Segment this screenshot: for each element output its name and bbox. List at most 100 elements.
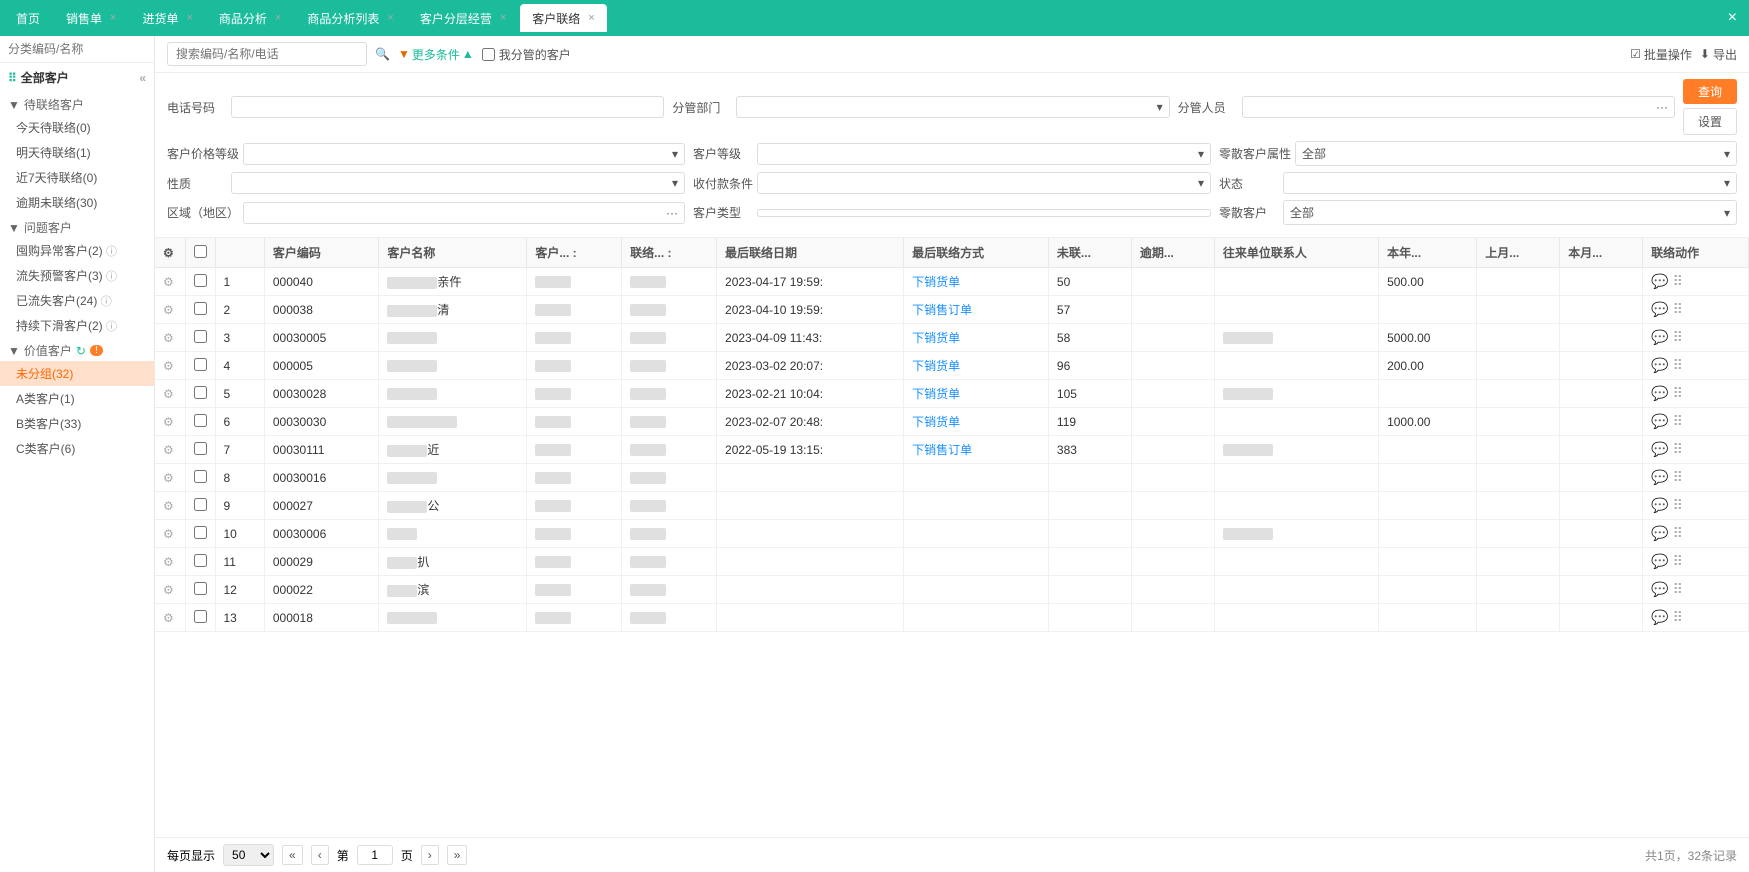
check-cell[interactable] — [185, 576, 215, 604]
grid-icon[interactable]: ⠿ — [1673, 525, 1683, 542]
contact-type-link[interactable]: 下销售订单 — [912, 303, 972, 317]
sidebar-item-churn-warning[interactable]: 流失预警客户(3) ⓘ — [0, 263, 154, 288]
last-type-cell[interactable]: 下销货单 — [904, 408, 1049, 436]
gear-cell[interactable]: ⚙ — [155, 548, 185, 576]
sidebar-item-class-c[interactable]: C类客户(6) — [0, 436, 154, 461]
check-cell[interactable] — [185, 492, 215, 520]
contact-type-link[interactable]: 下销货单 — [912, 275, 960, 289]
refresh-icon[interactable]: ↻ — [76, 344, 86, 358]
gear-cell[interactable]: ⚙ — [155, 520, 185, 548]
sidebar-search-input[interactable] — [8, 42, 155, 56]
search-input[interactable] — [167, 42, 367, 66]
region-select[interactable]: ··· — [243, 202, 685, 224]
retail-customer-select[interactable]: 全部 ▾ — [1283, 200, 1737, 225]
last-type-cell[interactable] — [904, 576, 1049, 604]
gear-cell[interactable]: ⚙ — [155, 604, 185, 632]
message-icon[interactable]: 💬 — [1651, 357, 1668, 374]
row-checkbox[interactable] — [194, 274, 207, 287]
customer-type-select[interactable] — [757, 209, 1211, 217]
message-icon[interactable]: 💬 — [1651, 525, 1668, 542]
collapse-sidebar-icon[interactable]: « — [139, 71, 146, 85]
message-icon[interactable]: 💬 — [1651, 553, 1668, 570]
sidebar-item-ungroups[interactable]: 未分组(32) — [0, 361, 154, 386]
sidebar-item-class-a[interactable]: A类客户(1) — [0, 386, 154, 411]
dept-select[interactable]: ▾ — [736, 96, 1169, 118]
sidebar-item-abnormal[interactable]: 囤购异常客户(2) ⓘ — [0, 238, 154, 263]
global-close-icon[interactable]: × — [1720, 9, 1745, 27]
col-name[interactable]: 客户名称 — [379, 238, 527, 268]
sidebar-item-today[interactable]: 今天待联络(0) — [0, 115, 154, 140]
row-checkbox[interactable] — [194, 302, 207, 315]
sidebar-item-declining[interactable]: 持续下滑客户(2) ⓘ — [0, 313, 154, 338]
last-type-cell[interactable]: 下销货单 — [904, 324, 1049, 352]
tab-customer-contact[interactable]: 客户联络 × — [520, 4, 606, 32]
gear-cell[interactable]: ⚙ — [155, 436, 185, 464]
row-checkbox[interactable] — [194, 610, 207, 623]
gear-cell[interactable]: ⚙ — [155, 576, 185, 604]
grid-icon[interactable]: ⠿ — [1673, 497, 1683, 514]
row-checkbox[interactable] — [194, 526, 207, 539]
sidebar-item-churned[interactable]: 已流失客户(24) ⓘ — [0, 288, 154, 313]
close-customer-contact-icon[interactable]: × — [588, 12, 594, 24]
last-type-cell[interactable] — [904, 464, 1049, 492]
retail-attr-select[interactable]: 全部 ▾ — [1295, 141, 1737, 166]
grid-icon[interactable]: ⠿ — [1673, 441, 1683, 458]
grid-icon[interactable]: ⠿ — [1673, 581, 1683, 598]
close-product-analysis-list-icon[interactable]: × — [387, 12, 393, 24]
select-all-checkbox[interactable] — [194, 245, 207, 258]
value-customers-group[interactable]: ▼ 价值客户 ↻ ! — [0, 338, 154, 361]
last-type-cell[interactable]: 下销售订单 — [904, 296, 1049, 324]
message-icon[interactable]: 💬 — [1651, 441, 1668, 458]
row-checkbox[interactable] — [194, 358, 207, 371]
customer-grade-select[interactable]: ▾ — [757, 143, 1211, 165]
message-icon[interactable]: 💬 — [1651, 497, 1668, 514]
last-type-cell[interactable] — [904, 548, 1049, 576]
message-icon[interactable]: 💬 — [1651, 301, 1668, 318]
sidebar-item-7days[interactable]: 近7天待联络(0) — [0, 165, 154, 190]
check-cell[interactable] — [185, 548, 215, 576]
col-code[interactable]: 客户编码 — [264, 238, 378, 268]
row-checkbox[interactable] — [194, 414, 207, 427]
query-button[interactable]: 查询 — [1683, 79, 1737, 104]
tab-purchase[interactable]: 进货单 × — [130, 4, 204, 32]
first-page-btn[interactable]: « — [282, 845, 303, 865]
col-check[interactable] — [185, 238, 215, 268]
check-cell[interactable] — [185, 352, 215, 380]
last-type-cell[interactable]: 下销售订单 — [904, 436, 1049, 464]
grid-icon[interactable]: ⠿ — [1673, 385, 1683, 402]
tab-sales[interactable]: 销售单 × — [54, 4, 128, 32]
row-checkbox[interactable] — [194, 442, 207, 455]
page-number-input[interactable]: 1 — [357, 845, 393, 865]
row-checkbox[interactable] — [194, 582, 207, 595]
message-icon[interactable]: 💬 — [1651, 329, 1668, 346]
col-gear[interactable]: ⚙ — [155, 238, 185, 268]
gear-cell[interactable]: ⚙ — [155, 324, 185, 352]
row-checkbox[interactable] — [194, 498, 207, 511]
message-icon[interactable]: 💬 — [1651, 385, 1668, 402]
close-purchase-icon[interactable]: × — [186, 12, 192, 24]
last-type-cell[interactable] — [904, 520, 1049, 548]
reset-button[interactable]: 设置 — [1683, 108, 1737, 135]
last-page-btn[interactable]: » — [447, 845, 468, 865]
close-sales-icon[interactable]: × — [110, 12, 116, 24]
col-overdue[interactable]: 逾期... — [1131, 238, 1214, 268]
last-type-cell[interactable] — [904, 604, 1049, 632]
check-cell[interactable] — [185, 268, 215, 296]
status-select[interactable]: ▾ — [1283, 172, 1737, 194]
col-last-month[interactable]: 上月... — [1477, 238, 1560, 268]
check-cell[interactable] — [185, 436, 215, 464]
grid-icon[interactable]: ⠿ — [1673, 301, 1683, 318]
more-conditions-btn[interactable]: ▼ 更多条件 ▲ — [398, 46, 474, 63]
price-grade-select[interactable]: ▾ — [243, 143, 685, 165]
contact-type-link[interactable]: 下销货单 — [912, 331, 960, 345]
check-cell[interactable] — [185, 324, 215, 352]
batch-ops-btn[interactable]: ☑ 批量操作 — [1630, 46, 1692, 63]
tab-product-analysis[interactable]: 商品分析 × — [207, 4, 293, 32]
col-last-type[interactable]: 最后联络方式 — [904, 238, 1049, 268]
col-this-year[interactable]: 本年... — [1379, 238, 1477, 268]
sidebar-item-tomorrow[interactable]: 明天待联络(1) — [0, 140, 154, 165]
check-cell[interactable] — [185, 464, 215, 492]
last-type-cell[interactable] — [904, 492, 1049, 520]
row-checkbox[interactable] — [194, 554, 207, 567]
tab-customer-segment[interactable]: 客户分层经营 × — [408, 4, 518, 32]
